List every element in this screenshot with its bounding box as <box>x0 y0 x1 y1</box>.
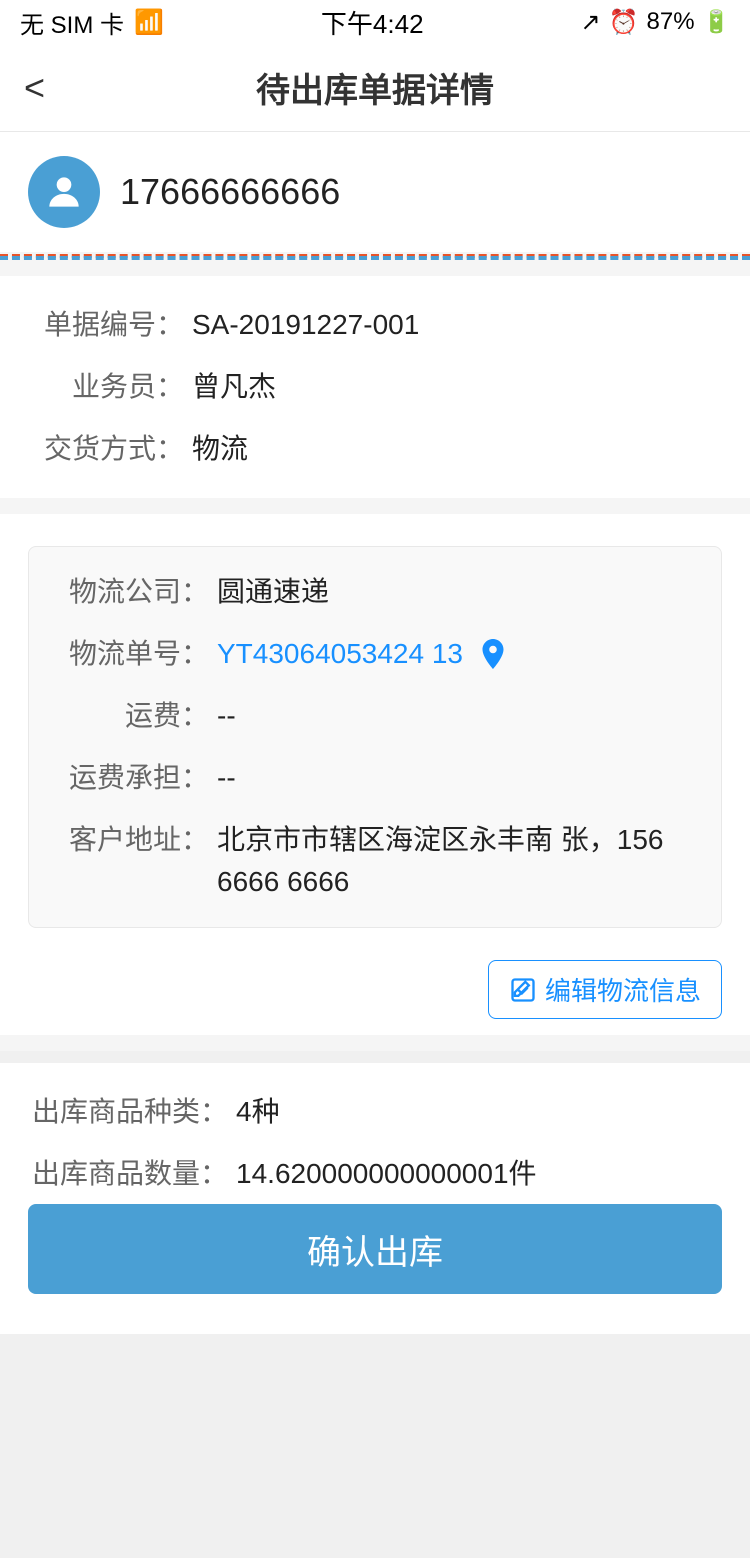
order-no-label: 单据编号： <box>32 304 192 346</box>
salesman-label: 业务员： <box>32 366 192 408</box>
alarm-icon: ⏰ <box>609 8 639 37</box>
map-pin-icon[interactable] <box>475 636 511 672</box>
basic-info-section: 单据编号： SA-20191227-001 业务员： 曾凡杰 交货方式： 物流 <box>0 276 750 498</box>
address-value: 北京市市辖区海淀区永丰南 张，156 6666 6666 <box>217 819 693 903</box>
delivery-method-row: 交货方式： 物流 <box>32 428 718 470</box>
confirm-btn-wrapper: 确认出库 <box>0 1188 750 1334</box>
user-icon <box>42 170 86 214</box>
edit-icon <box>509 976 537 1004</box>
customer-header: 17666666666 <box>0 132 750 252</box>
freight-bearer-value: -- <box>217 757 693 799</box>
freight-value: -- <box>217 695 693 737</box>
salesman-row: 业务员： 曾凡杰 <box>32 366 718 408</box>
empty-area <box>0 1318 750 1558</box>
confirm-outbound-button[interactable]: 确认出库 <box>28 1204 722 1294</box>
logistics-company-value: 圆通速递 <box>217 571 693 613</box>
avatar <box>28 156 100 228</box>
logistics-company-row: 物流公司： 圆通速递 <box>57 571 693 613</box>
goods-type-value: 4种 <box>236 1091 718 1133</box>
freight-bearer-row: 运费承担： -- <box>57 757 693 799</box>
salesman-value: 曾凡杰 <box>192 366 718 408</box>
edit-logistics-button[interactable]: 编辑物流信息 <box>488 960 722 1019</box>
carrier-text: 无 SIM 卡 <box>20 5 124 40</box>
freight-row: 运费： -- <box>57 695 693 737</box>
address-row: 客户地址： 北京市市辖区海淀区永丰南 张，156 6666 6666 <box>57 819 693 903</box>
edit-btn-container: 编辑物流信息 <box>28 944 722 1019</box>
back-button[interactable]: < <box>24 67 45 109</box>
goods-type-row: 出库商品种类： 4种 <box>32 1091 718 1133</box>
order-no-row: 单据编号： SA-20191227-001 <box>32 304 718 346</box>
section-divider <box>0 1051 750 1063</box>
battery-icon: 🔋 <box>703 9 730 35</box>
address-label: 客户地址： <box>57 819 217 861</box>
status-bar: 无 SIM 卡 📶 下午4:42 ↗ ⏰ 87% 🔋 <box>0 0 750 44</box>
order-no-value: SA-20191227-001 <box>192 304 718 346</box>
goods-type-label: 出库商品种类： <box>32 1091 236 1133</box>
wifi-icon: 📶 <box>134 8 164 37</box>
freight-bearer-label: 运费承担： <box>57 757 217 799</box>
status-time: 下午4:42 <box>321 4 424 41</box>
dashed-divider <box>0 252 750 260</box>
nav-bar: < 待出库单据详情 <box>0 44 750 132</box>
delivery-method-value: 物流 <box>192 428 718 470</box>
tracking-no-label: 物流单号： <box>57 633 217 675</box>
logistics-section: 物流公司： 圆通速递 物流单号： YT43064053424 13 运费： --… <box>0 514 750 1035</box>
tracking-no-row: 物流单号： YT43064053424 13 <box>57 633 693 675</box>
page-title: 待出库单据详情 <box>256 63 494 112</box>
battery-text: 87% <box>647 8 695 36</box>
logistics-card: 物流公司： 圆通速递 物流单号： YT43064053424 13 运费： --… <box>28 546 722 928</box>
delivery-method-label: 交货方式： <box>32 428 192 470</box>
logistics-company-label: 物流公司： <box>57 571 217 613</box>
location-status-icon: ↗ <box>581 8 601 37</box>
customer-phone: 17666666666 <box>120 171 340 213</box>
freight-label: 运费： <box>57 695 217 737</box>
status-left: 无 SIM 卡 📶 <box>20 5 164 40</box>
tracking-no-value: YT43064053424 13 <box>217 633 693 675</box>
status-right: ↗ ⏰ 87% 🔋 <box>581 8 730 37</box>
